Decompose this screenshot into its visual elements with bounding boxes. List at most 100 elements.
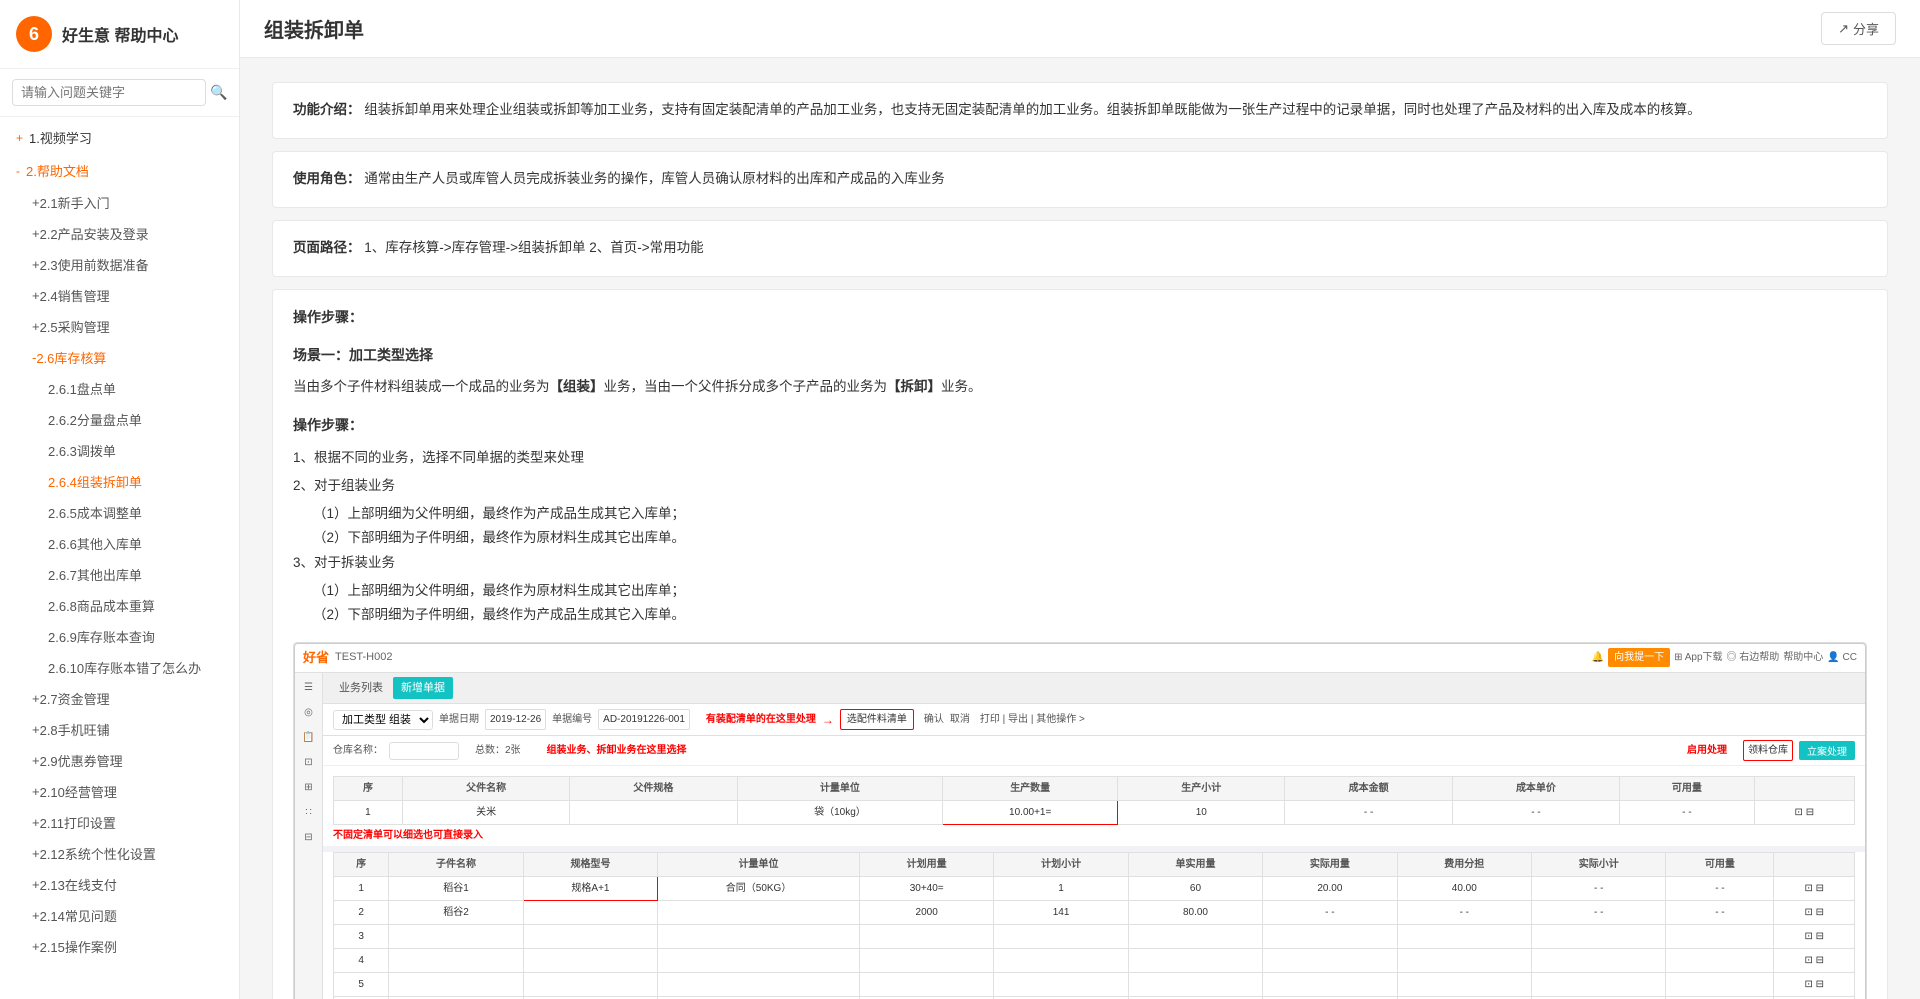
mock-tab-bar: 业务列表 新增单据 bbox=[323, 673, 1865, 705]
mock-main-area: 业务列表 新增单据 加工类型 组装 加工类型 拆卸 单据日期 2019-1 bbox=[323, 673, 1865, 999]
sidebar-item-label: 2.6.8商品成本重算 bbox=[48, 596, 155, 615]
sidebar-item-docs-212[interactable]: + 2.12系统个性化设置 bbox=[0, 838, 239, 869]
sidebar-item-docs-269[interactable]: 2.6.9库存账本查询 bbox=[0, 621, 239, 652]
lower-td-plan-qty: 2000 bbox=[859, 901, 993, 925]
sidebar-item-docs-29[interactable]: + 2.9优惠券管理 bbox=[0, 745, 239, 776]
sidebar-item-video[interactable]: + 1.视频学习 bbox=[0, 121, 239, 154]
share-label: 分享 bbox=[1853, 19, 1879, 38]
sidebar-item-docs-2610[interactable]: 2.6.10库存账本错了怎么办 bbox=[0, 652, 239, 683]
mock-tag: 向我提一下 bbox=[1608, 648, 1670, 667]
step2-sub1: （1）上部明细为父件明细，最终作为产成品生成其它入库单； bbox=[313, 502, 1867, 526]
sidebar-item-docs[interactable]: - 2.帮助文档 bbox=[0, 154, 239, 187]
lower-td-unit-real: 80.00 bbox=[1128, 901, 1262, 925]
annotation4: 启用处理 bbox=[1687, 742, 1727, 759]
sidebar-item-docs-26[interactable]: - 2.6库存核算 bbox=[0, 342, 239, 373]
operation-label: 操作步骤： bbox=[293, 306, 1867, 330]
sidebar-item-docs-268[interactable]: 2.6.8商品成本重算 bbox=[0, 590, 239, 621]
logo-icon: 6 bbox=[16, 16, 52, 52]
table-row: 3⊡ ⊟ bbox=[334, 925, 1855, 949]
lower-td-name: 稻谷1 bbox=[389, 877, 523, 901]
search-button[interactable]: 🔍 bbox=[210, 84, 227, 101]
sidebar-item-docs-25[interactable]: + 2.5采购管理 bbox=[0, 311, 239, 342]
mock-td-ops: ⊡ ⊟ bbox=[1754, 801, 1854, 825]
sidebar-item-docs-213[interactable]: + 2.13在线支付 bbox=[0, 869, 239, 900]
sidebar-item-docs-266[interactable]: 2.6.6其他入库单 bbox=[0, 528, 239, 559]
sidebar-item-docs-24[interactable]: + 2.4销售管理 bbox=[0, 280, 239, 311]
mock-warehouse-confirm-btn[interactable]: 立案处理 bbox=[1799, 741, 1855, 760]
expand-icon: + bbox=[32, 288, 40, 303]
sidebar-item-docs-23[interactable]: + 2.3使用前数据准备 bbox=[0, 249, 239, 280]
mock-tab-new: 新增单据 bbox=[393, 677, 453, 700]
mock-info-row: 仓库名称： 总数：2张 组装业务、拆卸业务在这里选择 启用处理 领料仓库 立案处… bbox=[323, 736, 1865, 766]
mock-td-spec bbox=[570, 801, 737, 825]
mock-side-icon-1: ☰ bbox=[304, 679, 313, 696]
annotation3: 组装业务、拆卸业务在这里选择 bbox=[547, 742, 687, 759]
step3-sub1: （1）上部明细为父件明细，最终作为原材料生成其它出库单； bbox=[313, 579, 1867, 603]
mock-th-ops bbox=[1754, 777, 1854, 801]
mock-th-seq: 序 bbox=[334, 777, 403, 801]
sidebar-item-docs-28[interactable]: + 2.8手机旺铺 bbox=[0, 714, 239, 745]
mock-lower-th-real-sub: 实际小计 bbox=[1532, 853, 1666, 877]
logo-area: 6 好生意 帮助中心 bbox=[0, 0, 239, 69]
expand-icon: + bbox=[32, 257, 40, 272]
sidebar-item-docs-263[interactable]: 2.6.3调拨单 bbox=[0, 435, 239, 466]
mock-td-cost-amt: - - bbox=[1285, 801, 1452, 825]
path-block: 页面路径： 1、库存核算->库存管理->组装拆卸单 2、首页->常用功能 bbox=[272, 220, 1888, 277]
mock-app-logo: 好省 bbox=[303, 647, 329, 669]
mock-annotation5-row: 不固定清单可以细选也可直接录入 bbox=[323, 825, 1865, 846]
sidebar-item-docs-264[interactable]: 2.6.4组装拆卸单 bbox=[0, 466, 239, 497]
mock-side-icon-2: ◎ bbox=[304, 704, 313, 721]
sidebar-item-label: 2.5采购管理 bbox=[40, 317, 110, 336]
sidebar-item-docs-265[interactable]: 2.6.5成本调整单 bbox=[0, 497, 239, 528]
sidebar-item-label: 1.视频学习 bbox=[29, 128, 92, 147]
mock-lower-th-avail: 可用量 bbox=[1666, 853, 1774, 877]
expand-icon: + bbox=[32, 877, 40, 892]
mock-warehouse-input[interactable] bbox=[389, 742, 459, 760]
sidebar-item-docs-21[interactable]: + 2.1新手入门 bbox=[0, 187, 239, 218]
mock-icon-apps: ⊞ App下载 bbox=[1674, 649, 1722, 666]
expand-icon: + bbox=[32, 784, 40, 799]
mock-td-prod-qty: 10.00+1= bbox=[943, 801, 1118, 825]
share-button[interactable]: ↗ 分享 bbox=[1821, 12, 1896, 45]
mock-th-prod-qty: 生产数量 bbox=[943, 777, 1118, 801]
search-input[interactable] bbox=[12, 79, 206, 106]
role-label: 使用角色： bbox=[293, 171, 361, 186]
sidebar-item-docs-214[interactable]: + 2.14常见问题 bbox=[0, 900, 239, 931]
mock-th-cost-amt: 成本金额 bbox=[1285, 777, 1452, 801]
lower-td-ops: ⊡ ⊟ bbox=[1774, 901, 1855, 925]
lower-td-cost-share: - - bbox=[1397, 901, 1531, 925]
sidebar-item-docs-211[interactable]: + 2.11打印设置 bbox=[0, 807, 239, 838]
mock-side-icons: ☰ ◎ 📋 ⊡ ⊞ ∷ ⊟ bbox=[295, 673, 323, 999]
sidebar-item-docs-267[interactable]: 2.6.7其他出库单 bbox=[0, 559, 239, 590]
mock-side-icon-4: ⊡ bbox=[304, 754, 312, 771]
sidebar-item-docs-27[interactable]: + 2.7资金管理 bbox=[0, 683, 239, 714]
expand-icon: + bbox=[32, 226, 40, 241]
collapse-icon: - bbox=[16, 164, 20, 178]
sidebar-item-label: 2.11打印设置 bbox=[40, 813, 116, 832]
lower-td-plan-qty: 30+40= bbox=[859, 877, 993, 901]
mock-type-select[interactable]: 加工类型 组装 加工类型 拆卸 bbox=[333, 710, 433, 730]
lower-td-unit bbox=[658, 901, 860, 925]
mock-order-value: AD-20191226-001 bbox=[598, 709, 690, 730]
lower-td-real-qty: 20.00 bbox=[1263, 877, 1397, 901]
lower-td-plan-sub: 1 bbox=[994, 877, 1128, 901]
sidebar-item-docs-261[interactable]: 2.6.1盘点单 bbox=[0, 373, 239, 404]
expand-icon: + bbox=[32, 939, 40, 954]
mock-icon-center: 帮助中心 bbox=[1783, 649, 1823, 666]
expand-icon: + bbox=[32, 846, 40, 861]
nav-section: + 1.视频学习 - 2.帮助文档 + 2.1新手入门 + 2.2产品安装及登录… bbox=[0, 117, 239, 966]
main-content: 功能介绍： 组装拆卸单用来处理企业组装或拆卸等加工业务，支持有固定装配清单的产品… bbox=[240, 58, 1920, 999]
lower-td-unit-real: 60 bbox=[1128, 877, 1262, 901]
sidebar-item-label: 2.6.6其他入库单 bbox=[48, 534, 142, 553]
sidebar-item-docs-22[interactable]: + 2.2产品安装及登录 bbox=[0, 218, 239, 249]
lower-td-spec: 规格A+1 bbox=[523, 877, 657, 901]
sidebar-item-label: 2.10经营管理 bbox=[40, 782, 117, 801]
mock-upper-table-area: 序 父件名称 父件规格 计量单位 生产数量 生产小计 成本金额 成本单价 bbox=[323, 766, 1865, 825]
sidebar-item-docs-215[interactable]: + 2.15操作案例 bbox=[0, 931, 239, 962]
sidebar-item-label: 2.4销售管理 bbox=[40, 286, 110, 305]
role-text: 通常由生产人员或库管人员完成拆装业务的操作，库管人员确认原材料的出库和产成品的入… bbox=[364, 171, 945, 186]
expand-icon: + bbox=[32, 691, 40, 706]
sidebar-item-docs-210[interactable]: + 2.10经营管理 bbox=[0, 776, 239, 807]
lower-td-seq: 2 bbox=[334, 901, 389, 925]
sidebar-item-docs-262[interactable]: 2.6.2分量盘点单 bbox=[0, 404, 239, 435]
